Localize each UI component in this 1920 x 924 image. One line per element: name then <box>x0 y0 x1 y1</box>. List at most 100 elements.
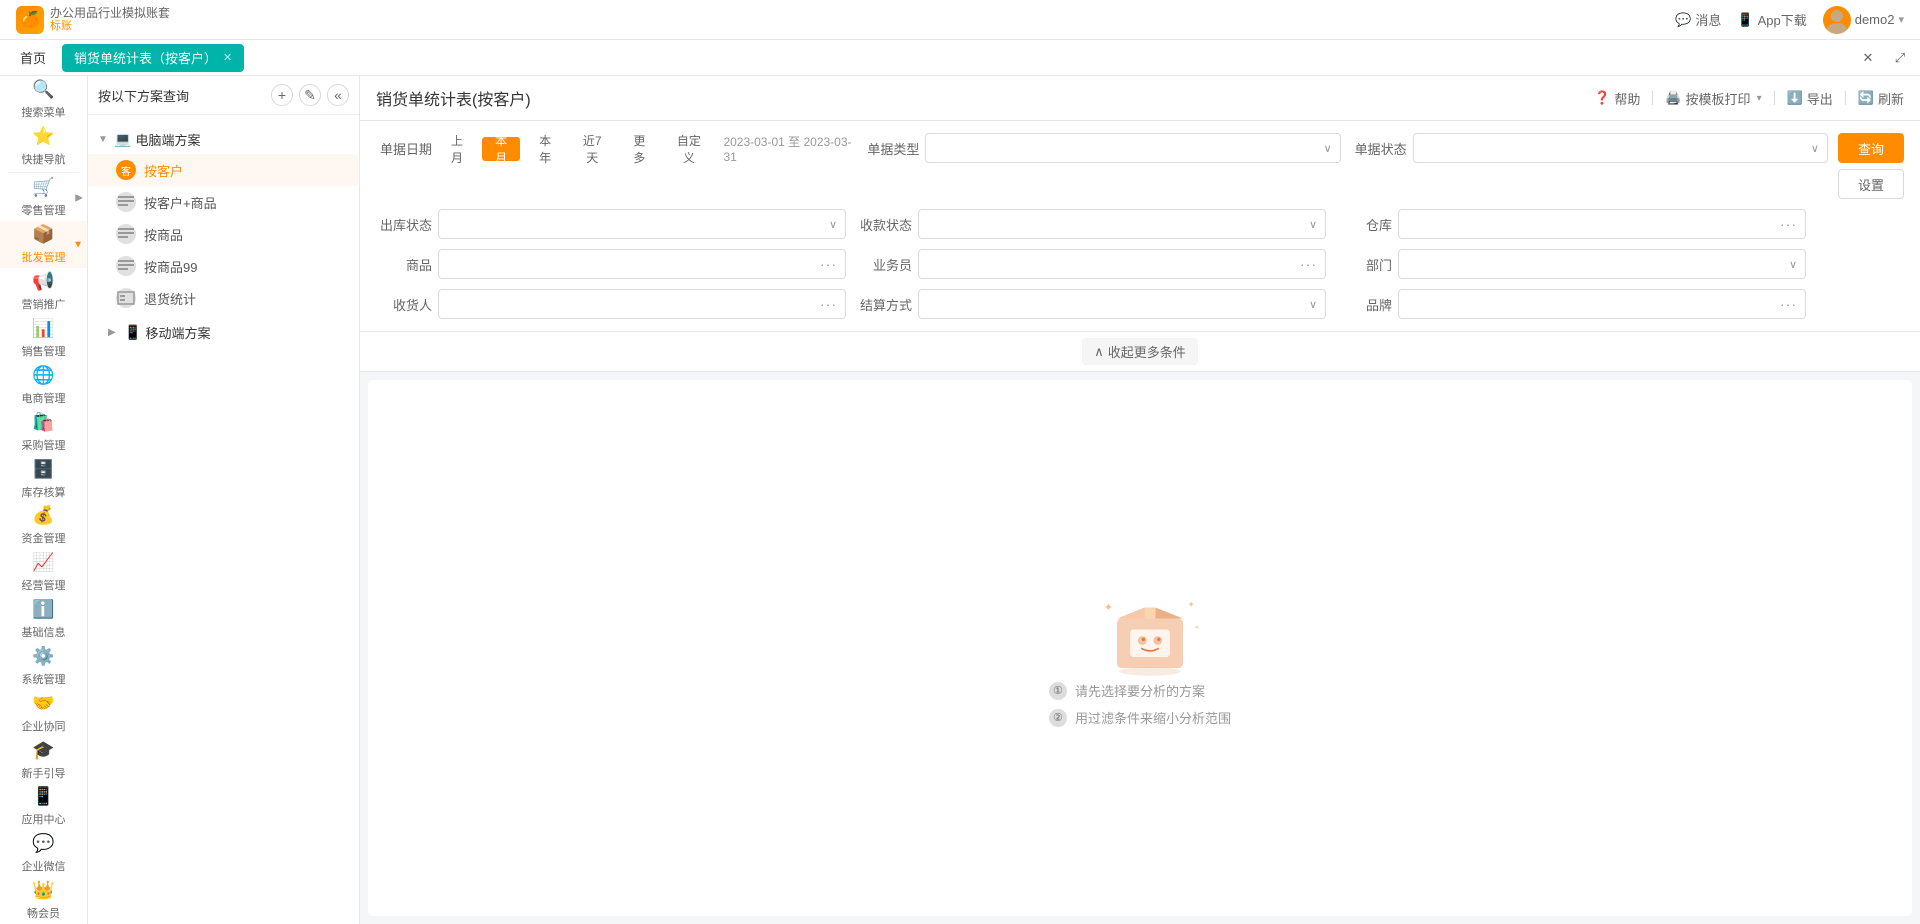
search-icon: 🔍 <box>32 79 54 100</box>
tree-item-by-goods-99[interactable]: 按商品99 <box>88 250 359 282</box>
sidebar-label-newguide: 新手引导 <box>22 765 66 781</box>
sidebar-item-retail[interactable]: 🛒 零售管理 ▶ <box>0 175 87 222</box>
tree-item-by-customer[interactable]: 客 按客户 <box>88 154 359 186</box>
tab-sales-stat-label: 销货单统计表（按客户） <box>74 48 217 67</box>
collect-status-label: 收款状态 <box>856 215 912 234</box>
edit-scheme-btn[interactable]: ✎ <box>299 84 321 106</box>
operations-icon: 📈 <box>32 552 54 573</box>
user-area[interactable]: demo2 ▾ <box>1823 6 1904 34</box>
date-filter: 上月 本月 本年 近7天 更多 自定义 2023-03-01 至 2023-03… <box>438 133 853 164</box>
empty-step-2: ② 用过滤条件来缩小分析范围 <box>1049 708 1231 727</box>
doc-type-arrow-icon: ∨ <box>1324 142 1332 155</box>
left-panel-actions: + ✎ « <box>271 84 349 106</box>
content-area: 按以下方案查询 + ✎ « ▼ <box>88 76 1920 924</box>
date-btn-last-month[interactable]: 上月 <box>438 137 476 161</box>
sidebar-item-sales[interactable]: 📊 销售管理 <box>0 315 87 362</box>
department-select[interactable]: ∨ <box>1398 249 1806 279</box>
salesperson-select[interactable]: ··· <box>918 249 1326 279</box>
sidebar-item-finance[interactable]: 💰 资金管理 <box>0 502 87 549</box>
by-goods-99-icon <box>116 256 136 276</box>
sidebar-item-member[interactable]: 👑 畅会员 <box>0 877 87 924</box>
message-btn[interactable]: 💬 消息 <box>1675 10 1721 29</box>
collapse-btn[interactable]: ∧ 收起更多条件 <box>1082 338 1198 365</box>
sales-icon: 📊 <box>32 318 54 339</box>
tab-close-btn[interactable]: ✕ <box>1856 46 1880 70</box>
tab-close-icon[interactable]: ✕ <box>223 51 232 64</box>
sidebar-item-newguide[interactable]: 🎓 新手引导 <box>0 737 87 784</box>
receiver-select[interactable]: ··· <box>438 289 846 319</box>
by-goods-icon <box>116 224 136 244</box>
settings-btn[interactable]: 设置 <box>1838 169 1904 199</box>
print-btn[interactable]: 🖨️ 按模板打印 ▾ <box>1665 89 1761 108</box>
desktop-group-label: 电脑端方案 <box>135 130 200 149</box>
empty-text: ① 请先选择要分析的方案 ② 用过滤条件来缩小分析范围 <box>1049 681 1231 727</box>
refresh-btn[interactable]: 🔄 刷新 <box>1858 89 1904 108</box>
tree-group-mobile-header[interactable]: ▶ 📱 移动端方案 <box>88 318 359 347</box>
date-btn-this-month[interactable]: 本月 <box>482 137 520 161</box>
retail-arrow-icon: ▶ <box>75 192 83 203</box>
doc-status-section: 单据状态 ∨ <box>1351 133 1828 163</box>
collapse-panel-btn[interactable]: « <box>327 84 349 106</box>
date-btn-more[interactable]: 更多 <box>620 137 658 161</box>
left-panel: 按以下方案查询 + ✎ « ▼ <box>88 76 360 924</box>
left-panel-header: 按以下方案查询 + ✎ « <box>88 76 359 115</box>
sidebar-item-enterprise[interactable]: 🤝 企业协同 <box>0 690 87 737</box>
settlement-select[interactable]: ∨ <box>918 289 1326 319</box>
goods-label: 商品 <box>376 255 432 274</box>
goods-more-icon: ··· <box>820 256 837 272</box>
step-num-1: ① <box>1049 682 1067 700</box>
help-btn[interactable]: ❓ 帮助 <box>1594 89 1640 108</box>
app-download-btn[interactable]: 📱 App下载 <box>1737 10 1806 29</box>
sidebar-item-ecommerce[interactable]: 🌐 电商管理 <box>0 362 87 409</box>
enterprise-icon: 🤝 <box>32 693 54 714</box>
collapse-icon: ∧ <box>1094 344 1104 360</box>
logo-icon: 🍊 <box>16 6 44 34</box>
sidebar-item-marketing[interactable]: 📢 营销推广 <box>0 268 87 315</box>
goods-section: 商品 ··· <box>376 249 846 279</box>
date-btn-last-7[interactable]: 近7天 <box>570 137 614 161</box>
tab-sales-stat[interactable]: 销货单统计表（按客户） ✕ <box>62 44 244 72</box>
sidebar-item-system[interactable]: ⚙️ 系统管理 <box>0 643 87 690</box>
tree-item-by-customer-goods[interactable]: 按客户+商品 <box>88 186 359 218</box>
brand-select[interactable]: ··· <box>1398 289 1806 319</box>
sidebar-label-ecommerce: 电商管理 <box>22 390 66 406</box>
tree-group-desktop-header[interactable]: ▼ 💻 电脑端方案 <box>88 125 359 154</box>
tree-item-by-goods[interactable]: 按商品 <box>88 218 359 250</box>
page-title: 销货单统计表(按客户) <box>376 86 531 110</box>
collect-status-select[interactable]: ∨ <box>918 209 1326 239</box>
salesperson-more-icon: ··· <box>1300 256 1317 272</box>
warehouse-select[interactable]: ··· <box>1398 209 1806 239</box>
sidebar-item-wholesale[interactable]: 📦 批发管理 ▼ <box>0 221 87 268</box>
goods-select[interactable]: ··· <box>438 249 846 279</box>
sidebar-label-appcenter: 应用中心 <box>22 811 66 827</box>
sidebar-item-basicinfo[interactable]: ℹ️ 基础信息 <box>0 596 87 643</box>
doc-type-select[interactable]: ∨ <box>925 133 1340 163</box>
add-scheme-btn[interactable]: + <box>271 84 293 106</box>
date-btn-this-year[interactable]: 本年 <box>526 137 564 161</box>
sidebar-label-search: 搜索菜单 <box>22 104 66 120</box>
export-btn[interactable]: ⬇️ 导出 <box>1787 89 1833 108</box>
tree-item-return-stat[interactable]: 退货统计 <box>88 282 359 314</box>
tree-container: ▼ 💻 电脑端方案 客 按客户 按客户+商品 <box>88 115 359 924</box>
sidebar-item-operations[interactable]: 📈 经营管理 <box>0 549 87 596</box>
tab-home[interactable]: 首页 <box>8 44 58 72</box>
date-btn-custom[interactable]: 自定义 <box>664 137 713 161</box>
by-customer-goods-label: 按客户+商品 <box>144 193 217 212</box>
sidebar-item-quicknav[interactable]: ⭐ 快捷导航 <box>0 123 87 170</box>
app-title: 办公用品行业模拟账套 <box>50 6 170 20</box>
sidebar-item-purchase[interactable]: 🛍️ 采购管理 <box>0 409 87 456</box>
out-status-select[interactable]: ∨ <box>438 209 846 239</box>
doc-status-select[interactable]: ∨ <box>1413 133 1828 163</box>
divider-3 <box>1845 91 1846 105</box>
tab-maximize-btn[interactable]: ⤢ <box>1888 46 1912 70</box>
tab-bar-actions: ✕ ⤢ <box>1856 46 1912 70</box>
right-panel: 销货单统计表(按客户) ❓ 帮助 🖨️ 按模板打印 ▾ ⬇️ <box>360 76 1920 924</box>
sidebar-item-search[interactable]: 🔍 搜索菜单 <box>0 76 87 123</box>
sidebar-item-wechat[interactable]: 💬 企业微信 <box>0 830 87 877</box>
query-btn[interactable]: 查询 <box>1838 133 1904 163</box>
tree-toggle-desktop: ▼ <box>98 134 110 145</box>
sidebar-item-appcenter[interactable]: 📱 应用中心 <box>0 784 87 831</box>
warehouse-more-icon: ··· <box>1780 216 1797 232</box>
sidebar-item-inventory[interactable]: 🗄️ 库存核算 <box>0 456 87 503</box>
divider-2 <box>1774 91 1775 105</box>
